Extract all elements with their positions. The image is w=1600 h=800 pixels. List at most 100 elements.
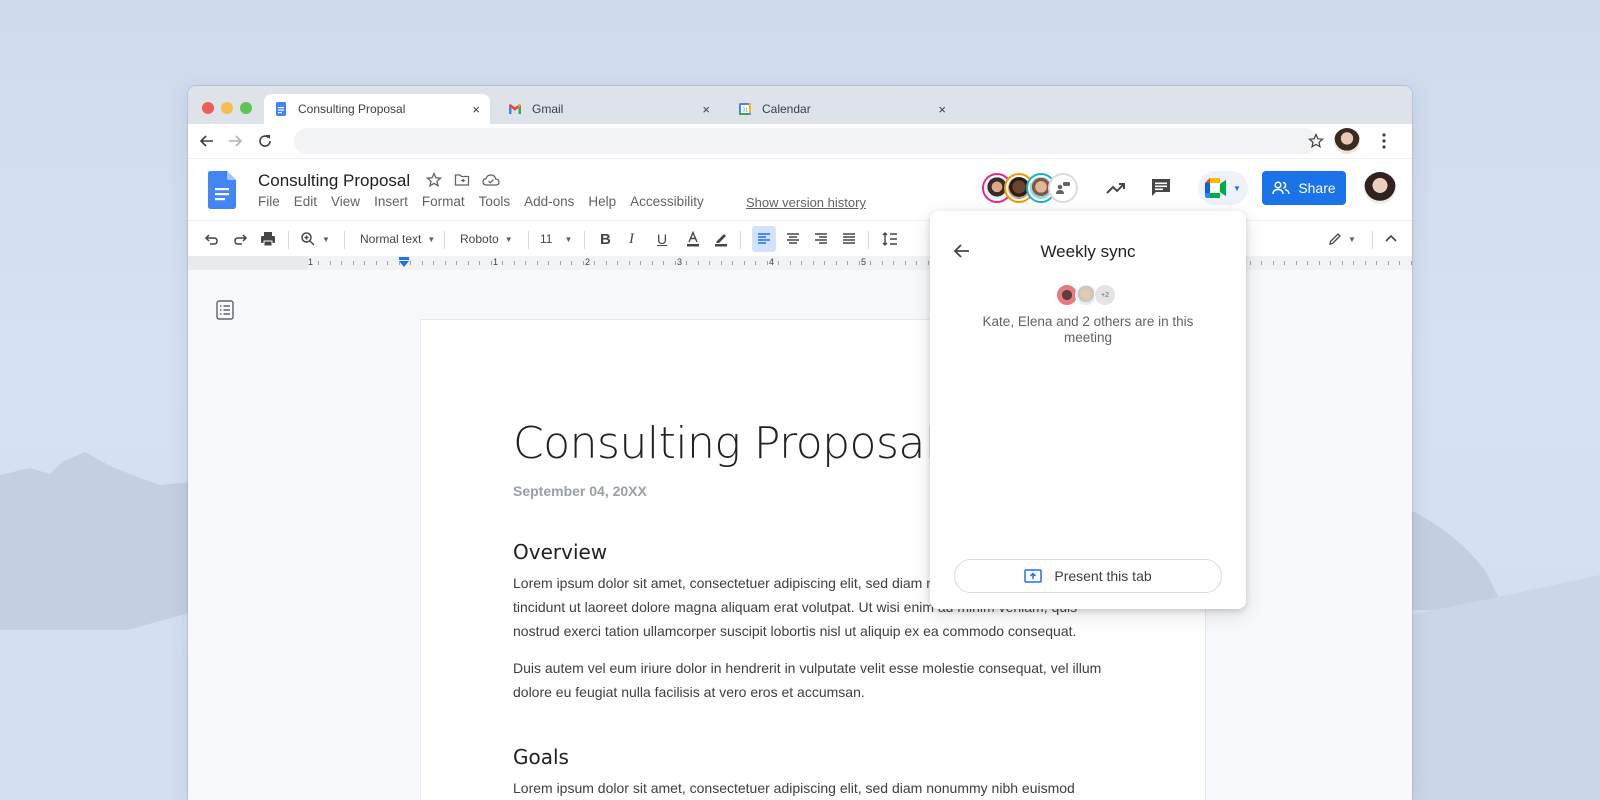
ruler-tick xyxy=(721,261,722,265)
ruler-tick xyxy=(928,261,929,265)
bookmark-star-icon[interactable] xyxy=(1308,133,1324,149)
close-tab-icon[interactable]: × xyxy=(702,102,710,117)
activity-trend-icon[interactable] xyxy=(1105,177,1127,199)
ruler-tick xyxy=(767,261,768,265)
caret-down-icon: ▼ xyxy=(505,235,513,244)
ruler-track xyxy=(308,256,1412,270)
address-bar xyxy=(188,124,1412,158)
present-tab-label: Present this tab xyxy=(1054,568,1151,584)
ruler-tick xyxy=(893,261,894,265)
calendar-icon: 31 xyxy=(738,102,752,116)
menu-format[interactable]: Format xyxy=(422,194,465,209)
close-window-button[interactable] xyxy=(202,102,214,114)
ruler-tick xyxy=(755,261,756,265)
star-icon[interactable] xyxy=(426,172,442,188)
menu-file[interactable]: File xyxy=(258,194,280,209)
menu-tools[interactable]: Tools xyxy=(479,194,511,209)
share-button[interactable]: Share xyxy=(1262,171,1346,205)
ruler-tick xyxy=(606,261,607,265)
collapse-toolbar-button[interactable] xyxy=(1384,229,1398,249)
meet-meeting-popup: Weekly sync +2 Kate, Elena and 2 others … xyxy=(930,211,1246,609)
italic-button[interactable]: I xyxy=(629,229,634,249)
version-history-link[interactable]: Show version history xyxy=(746,195,866,210)
cloud-saved-icon[interactable] xyxy=(482,172,500,188)
tab-gmail[interactable]: Gmail × xyxy=(498,94,720,124)
back-button[interactable] xyxy=(196,130,218,152)
close-tab-icon[interactable]: × xyxy=(938,102,946,117)
account-avatar[interactable] xyxy=(1364,172,1396,204)
meeting-participants-button[interactable] xyxy=(1048,173,1078,203)
underline-button[interactable]: U xyxy=(657,229,667,249)
redo-button[interactable] xyxy=(232,229,248,249)
ruler-tick xyxy=(341,261,342,265)
pencil-icon xyxy=(1328,232,1342,246)
ruler-number: 3 xyxy=(677,257,682,267)
close-tab-icon[interactable]: × xyxy=(472,102,480,117)
text-color-icon xyxy=(685,231,701,247)
url-input[interactable] xyxy=(294,128,1318,154)
menu-accessibility[interactable]: Accessibility xyxy=(630,194,704,209)
minimize-window-button[interactable] xyxy=(221,102,233,114)
ruler-number: 1 xyxy=(493,257,498,267)
zoom-dropdown[interactable]: ▼ xyxy=(300,229,330,249)
font-size-value: 11 xyxy=(540,232,552,246)
caret-down-icon: ▼ xyxy=(564,235,572,244)
menu-insert[interactable]: Insert xyxy=(374,194,408,209)
align-right-icon xyxy=(814,232,828,246)
align-left-button[interactable] xyxy=(752,226,776,252)
paragraph-style-dropdown[interactable]: Normal text▼ xyxy=(360,229,435,249)
comment-icon[interactable] xyxy=(1150,177,1172,199)
align-center-button[interactable] xyxy=(786,229,800,249)
editing-mode-dropdown[interactable]: ▼ xyxy=(1328,229,1356,249)
ruler-tick xyxy=(468,261,469,265)
highlight-color-button[interactable] xyxy=(713,229,729,249)
font-family-dropdown[interactable]: Roboto▼ xyxy=(460,229,513,249)
bold-button[interactable]: B xyxy=(600,229,611,249)
move-folder-icon[interactable] xyxy=(454,172,470,188)
menu-edit[interactable]: Edit xyxy=(294,194,317,209)
ruler-tick xyxy=(1376,261,1377,265)
ruler-tick xyxy=(859,261,860,265)
tab-title: Consulting Proposal xyxy=(298,102,472,116)
present-tab-button[interactable]: Present this tab xyxy=(954,559,1222,593)
caret-down-icon: ▼ xyxy=(427,235,435,244)
meet-button[interactable]: ▼ xyxy=(1198,171,1248,205)
ruler-tick xyxy=(330,261,331,265)
text-color-button[interactable] xyxy=(685,229,701,249)
ruler-tick xyxy=(790,261,791,265)
tab-calendar[interactable]: 31 Calendar × xyxy=(728,94,956,124)
present-screen-icon xyxy=(1024,569,1042,583)
meet-dropdown-caret: ▼ xyxy=(1233,184,1241,193)
menu-add-ons[interactable]: Add-ons xyxy=(524,194,574,209)
docs-logo-icon[interactable] xyxy=(208,171,236,209)
menu-view[interactable]: View xyxy=(331,194,360,209)
reload-button[interactable] xyxy=(254,130,276,152)
caret-down-icon: ▼ xyxy=(1348,235,1356,244)
align-right-button[interactable] xyxy=(814,229,828,249)
tab-consulting-proposal[interactable]: Consulting Proposal × xyxy=(264,94,490,124)
background-hill xyxy=(1385,480,1600,800)
ruler-tick xyxy=(560,261,561,265)
ruler-tick xyxy=(1307,261,1308,265)
print-button[interactable] xyxy=(260,229,276,249)
line-spacing-button[interactable] xyxy=(882,229,898,249)
align-left-icon xyxy=(757,232,771,246)
document-outline-icon[interactable] xyxy=(216,300,234,320)
document-title[interactable]: Consulting Proposal xyxy=(258,171,410,191)
document-heading: Consulting Proposal xyxy=(513,418,937,469)
print-icon xyxy=(260,231,276,247)
menu-help[interactable]: Help xyxy=(588,194,616,209)
more-participants-count: +2 xyxy=(1094,284,1116,306)
font-size-dropdown[interactable]: 11 ▼ xyxy=(540,229,572,249)
maximize-window-button[interactable] xyxy=(240,102,252,114)
browser-profile-avatar[interactable] xyxy=(1334,128,1360,154)
undo-button[interactable] xyxy=(204,229,220,249)
forward-button[interactable] xyxy=(224,130,246,152)
ruler-tick xyxy=(824,261,825,265)
zoom-icon xyxy=(300,231,316,247)
ruler-tick xyxy=(744,261,745,265)
ruler-tick xyxy=(1296,261,1297,265)
justify-button[interactable] xyxy=(842,229,856,249)
more-vert-icon[interactable] xyxy=(1374,131,1394,151)
ruler-tick xyxy=(778,261,779,265)
